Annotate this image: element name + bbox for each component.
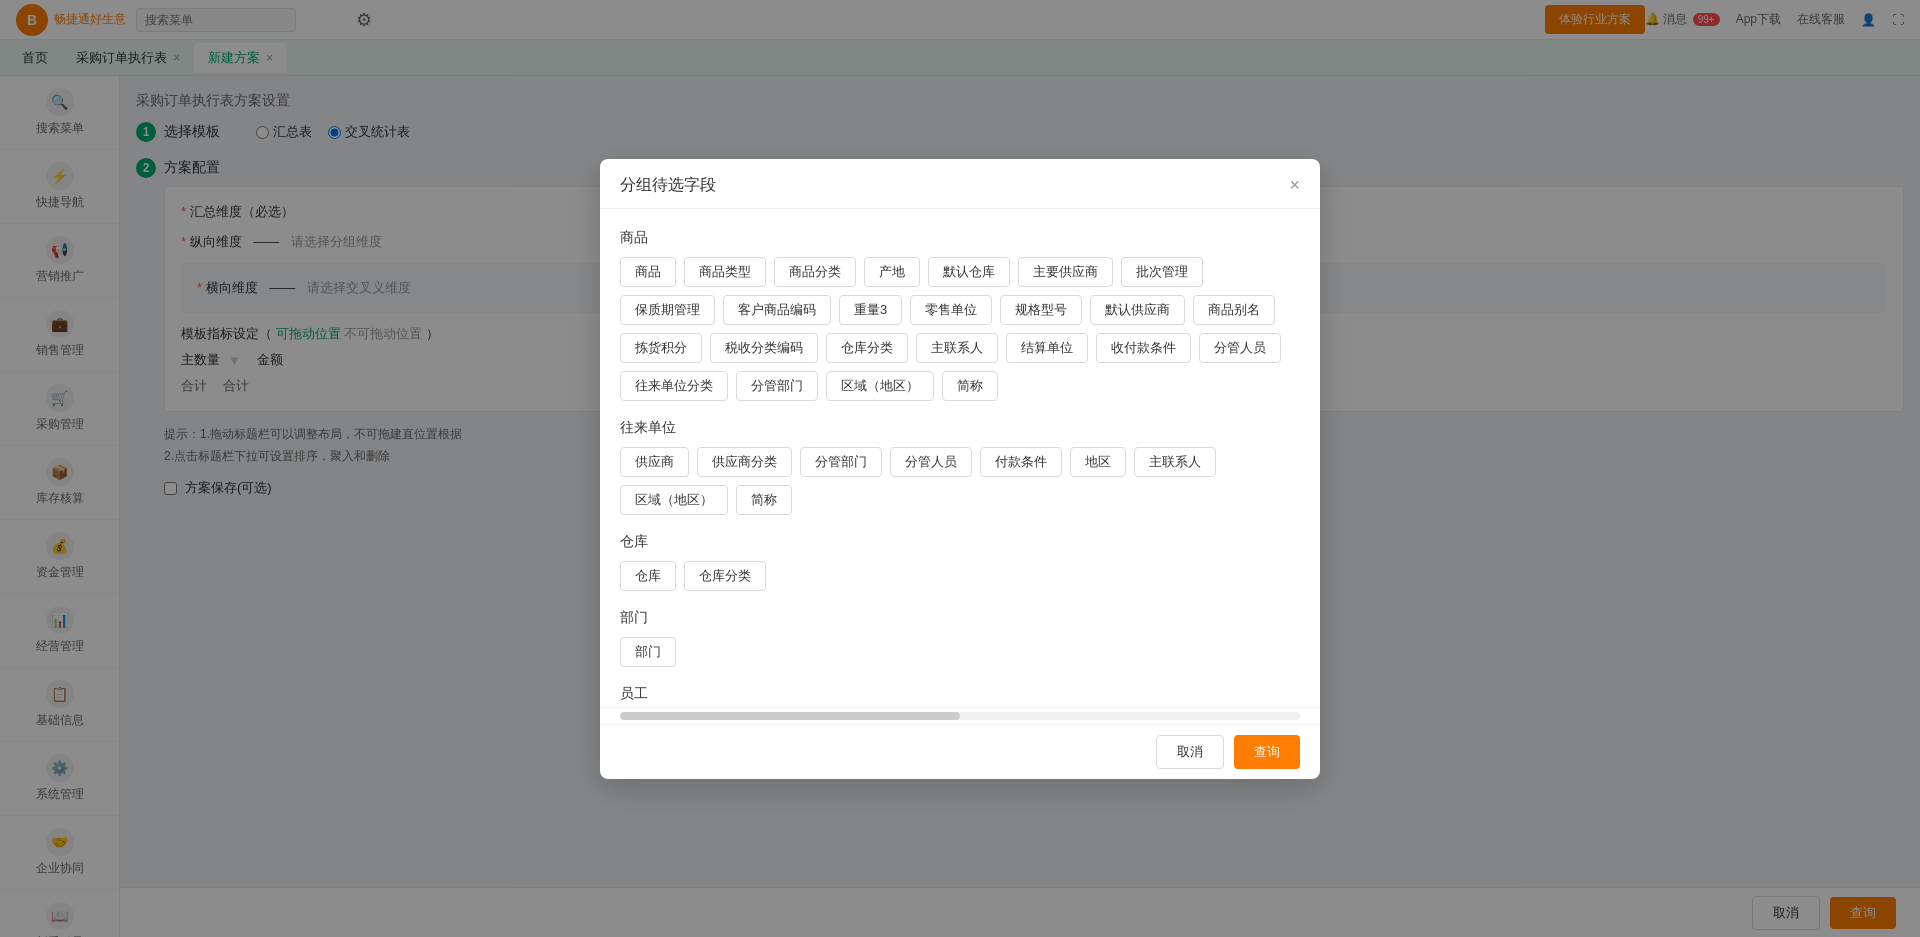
field-tag[interactable]: 规格型号: [1000, 295, 1082, 325]
field-group-title: 员工: [620, 685, 1300, 703]
field-tag[interactable]: 收付款条件: [1096, 333, 1191, 363]
field-group-title: 往来单位: [620, 419, 1300, 437]
field-tag[interactable]: 分管人员: [1199, 333, 1281, 363]
field-tag[interactable]: 往来单位分类: [620, 371, 728, 401]
field-tag[interactable]: 商品: [620, 257, 676, 287]
field-tag[interactable]: 供应商: [620, 447, 689, 477]
field-tag[interactable]: 商品别名: [1193, 295, 1275, 325]
field-tag[interactable]: 产地: [864, 257, 920, 287]
field-group-title: 部门: [620, 609, 1300, 627]
field-group-title: 仓库: [620, 533, 1300, 551]
field-group-员工: 员工业务员: [620, 685, 1300, 707]
field-group-部门: 部门部门: [620, 609, 1300, 667]
modal-title: 分组待选字段: [620, 175, 716, 196]
field-tag[interactable]: 结算单位: [1006, 333, 1088, 363]
field-tag[interactable]: 付款条件: [980, 447, 1062, 477]
modal-dialog: 分组待选字段 × 商品商品商品类型商品分类产地默认仓库主要供应商批次管理保质期管…: [600, 159, 1320, 779]
field-tags: 部门: [620, 637, 1300, 667]
field-tag[interactable]: 商品分类: [774, 257, 856, 287]
field-tags: 供应商供应商分类分管部门分管人员付款条件地区主联系人区域（地区） 简称: [620, 447, 1300, 515]
modal-cancel-button[interactable]: 取消: [1156, 735, 1224, 769]
modal-header: 分组待选字段 ×: [600, 159, 1320, 209]
field-tag[interactable]: 客户商品编码: [723, 295, 831, 325]
field-group-商品: 商品商品商品类型商品分类产地默认仓库主要供应商批次管理保质期管理客户商品编码重量…: [620, 229, 1300, 401]
field-tag[interactable]: 分管部门: [736, 371, 818, 401]
field-group-往来单位: 往来单位供应商供应商分类分管部门分管人员付款条件地区主联系人区域（地区） 简称: [620, 419, 1300, 515]
field-tag[interactable]: 简称: [942, 371, 998, 401]
field-tag[interactable]: 简称: [736, 485, 792, 515]
field-tag[interactable]: 区域（地区）: [620, 485, 728, 515]
field-tag[interactable]: 部门: [620, 637, 676, 667]
field-tag[interactable]: 主要供应商: [1018, 257, 1113, 287]
modal-footer: 取消 查询: [600, 724, 1320, 779]
modal-body: 商品商品商品类型商品分类产地默认仓库主要供应商批次管理保质期管理客户商品编码重量…: [600, 209, 1320, 707]
field-tag[interactable]: 商品类型: [684, 257, 766, 287]
field-tag[interactable]: 供应商分类: [697, 447, 792, 477]
field-tag[interactable]: 区域（地区）: [826, 371, 934, 401]
field-tag[interactable]: 分管部门: [800, 447, 882, 477]
field-tag[interactable]: 仓库分类: [826, 333, 908, 363]
field-tag[interactable]: 保质期管理: [620, 295, 715, 325]
field-tag[interactable]: 批次管理: [1121, 257, 1203, 287]
modal-confirm-button[interactable]: 查询: [1234, 735, 1300, 769]
field-tag[interactable]: 默认供应商: [1090, 295, 1185, 325]
field-tag[interactable]: 拣货积分: [620, 333, 702, 363]
field-tag[interactable]: 仓库: [620, 561, 676, 591]
modal-close-button[interactable]: ×: [1289, 176, 1300, 194]
field-tag[interactable]: 默认仓库: [928, 257, 1010, 287]
field-tag[interactable]: 税收分类编码: [710, 333, 818, 363]
field-group-仓库: 仓库仓库仓库分类: [620, 533, 1300, 591]
modal-overlay: 分组待选字段 × 商品商品商品类型商品分类产地默认仓库主要供应商批次管理保质期管…: [0, 0, 1920, 937]
field-tag[interactable]: 主联系人: [916, 333, 998, 363]
field-tag[interactable]: 零售单位: [910, 295, 992, 325]
field-tag[interactable]: 地区: [1070, 447, 1126, 477]
field-tags: 仓库仓库分类: [620, 561, 1300, 591]
field-tag[interactable]: 分管人员: [890, 447, 972, 477]
field-group-title: 商品: [620, 229, 1300, 247]
field-tag[interactable]: 仓库分类: [684, 561, 766, 591]
field-tags: 商品商品类型商品分类产地默认仓库主要供应商批次管理保质期管理客户商品编码重量3 零…: [620, 257, 1300, 401]
field-tag[interactable]: 重量3: [839, 295, 902, 325]
field-tag[interactable]: 主联系人: [1134, 447, 1216, 477]
